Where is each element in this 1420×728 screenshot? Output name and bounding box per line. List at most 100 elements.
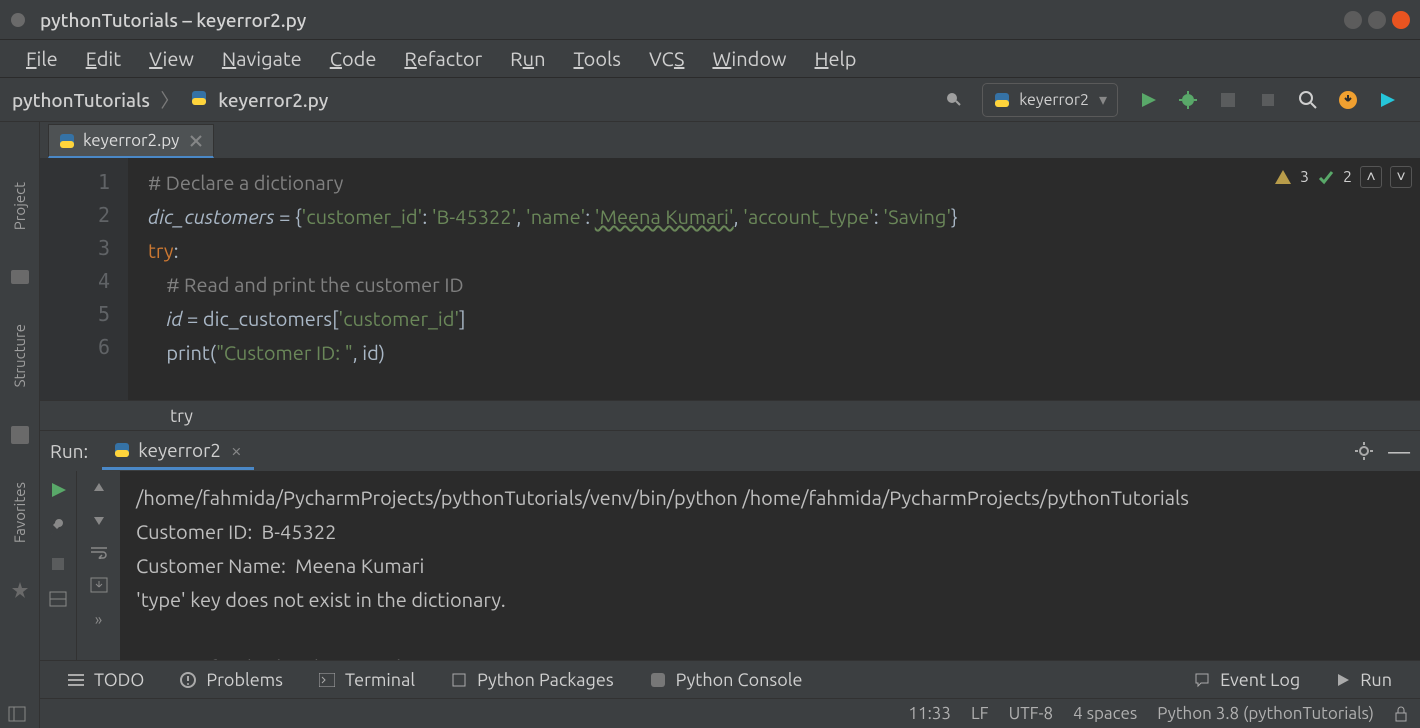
chevron-right-icon: 〉 bbox=[160, 89, 179, 111]
close-run-tab-icon[interactable]: × bbox=[231, 439, 242, 461]
window-minimize-button[interactable] bbox=[1344, 11, 1362, 29]
menu-refactor[interactable]: Refactor bbox=[390, 47, 496, 70]
run-button[interactable] bbox=[1134, 86, 1162, 114]
menu-run[interactable]: Run bbox=[496, 47, 559, 70]
warning-icon[interactable] bbox=[1274, 168, 1292, 186]
python-console-tool-button[interactable]: Python Console bbox=[632, 670, 821, 690]
rerun-button[interactable] bbox=[49, 481, 67, 499]
status-interpreter[interactable]: Python 3.8 (pythonTutorials) bbox=[1157, 704, 1374, 723]
window-maximize-button[interactable] bbox=[1368, 11, 1386, 29]
project-tool-button[interactable]: Project bbox=[11, 182, 28, 230]
breadcrumb-scope: try bbox=[170, 406, 193, 426]
terminal-icon bbox=[319, 673, 335, 687]
window-title: pythonTutorials – keyerror2.py bbox=[40, 9, 306, 31]
status-indent[interactable]: 4 spaces bbox=[1073, 704, 1137, 723]
python-file-icon bbox=[190, 89, 208, 107]
status-bar: 11:33 LF UTF-8 4 spaces Python 3.8 (pyth… bbox=[40, 698, 1420, 728]
editor-tab-keyerror2[interactable]: keyerror2.py bbox=[48, 124, 214, 158]
list-icon bbox=[68, 673, 84, 687]
bubble-icon bbox=[1194, 672, 1210, 688]
left-tool-stripe: Project Structure Favorites bbox=[0, 122, 40, 728]
star-icon bbox=[11, 581, 29, 599]
editor-breadcrumb[interactable]: try bbox=[40, 400, 1420, 430]
debug-button[interactable] bbox=[1174, 86, 1202, 114]
menu-edit[interactable]: Edit bbox=[72, 47, 135, 70]
wrench-icon[interactable] bbox=[49, 519, 67, 537]
menu-vcs[interactable]: VCS bbox=[635, 47, 698, 70]
ide-scripting-button[interactable] bbox=[1374, 86, 1402, 114]
status-line-sep[interactable]: LF bbox=[971, 704, 989, 723]
python-icon bbox=[993, 91, 1011, 109]
menu-navigate[interactable]: Navigate bbox=[208, 47, 316, 70]
menu-help[interactable]: Help bbox=[801, 47, 871, 70]
stop-button[interactable] bbox=[1254, 86, 1282, 114]
code-area[interactable]: # Declare a dictionary dic_customers = {… bbox=[128, 158, 1420, 400]
event-log-tool-button[interactable]: Event Log bbox=[1176, 670, 1318, 690]
menu-code[interactable]: Code bbox=[316, 47, 391, 70]
prev-highlight-button[interactable]: ˄ bbox=[1360, 166, 1382, 188]
status-encoding[interactable]: UTF-8 bbox=[1009, 704, 1054, 723]
layout-icon[interactable] bbox=[49, 591, 67, 607]
next-highlight-button[interactable]: ˅ bbox=[1390, 166, 1412, 188]
hide-panel-button[interactable]: — bbox=[1388, 439, 1410, 464]
run-tab-keyerror2[interactable]: keyerror2 × bbox=[102, 433, 254, 470]
tool-windows-icon[interactable] bbox=[8, 706, 26, 722]
bottom-tool-stripe: TODO Problems Terminal Python Packages P… bbox=[40, 660, 1420, 698]
breadcrumb[interactable]: pythonTutorials 〉 keyerror2.py bbox=[12, 86, 328, 113]
menu-bar: File Edit View Navigate Code Refactor Ru… bbox=[0, 40, 1420, 78]
code-editor[interactable]: 123456 # Declare a dictionary dic_custom… bbox=[40, 158, 1420, 400]
structure-icon bbox=[11, 426, 29, 444]
title-bar: pythonTutorials – keyerror2.py bbox=[0, 0, 1420, 40]
run-panel-title: Run: bbox=[50, 440, 88, 462]
status-position[interactable]: 11:33 bbox=[908, 704, 951, 723]
play-icon bbox=[1336, 673, 1350, 687]
check-icon[interactable] bbox=[1317, 168, 1335, 186]
chevron-down-icon: ▾ bbox=[1099, 90, 1107, 109]
add-config-button[interactable] bbox=[938, 86, 966, 114]
breadcrumb-file[interactable]: keyerror2.py bbox=[218, 89, 328, 111]
close-tab-icon[interactable] bbox=[189, 134, 203, 148]
python-icon bbox=[114, 442, 130, 458]
stop-run-button[interactable] bbox=[51, 557, 65, 571]
navigation-bar: pythonTutorials 〉 keyerror2.py keyerror2… bbox=[0, 78, 1420, 122]
up-icon[interactable] bbox=[92, 481, 106, 495]
gutter: 123456 bbox=[40, 158, 128, 400]
editor-tabs: keyerror2.py bbox=[40, 122, 1420, 158]
python-packages-tool-button[interactable]: Python Packages bbox=[433, 670, 632, 690]
run-tool-button[interactable]: Run bbox=[1318, 670, 1410, 690]
menu-window[interactable]: Window bbox=[698, 47, 800, 70]
pass-count: 2 bbox=[1343, 168, 1352, 186]
scroll-to-end-icon[interactable] bbox=[90, 577, 108, 593]
soft-wrap-icon[interactable] bbox=[90, 545, 108, 559]
window-close-button[interactable] bbox=[1392, 11, 1410, 29]
menu-file[interactable]: File bbox=[12, 47, 72, 70]
search-everywhere-button[interactable] bbox=[1294, 86, 1322, 114]
run-config-dropdown[interactable]: keyerror2 ▾ bbox=[982, 83, 1118, 117]
warning-circle-icon bbox=[180, 672, 196, 688]
problems-tool-button[interactable]: Problems bbox=[162, 670, 301, 690]
coverage-button[interactable] bbox=[1214, 86, 1242, 114]
menu-tools[interactable]: Tools bbox=[559, 47, 635, 70]
more-icon[interactable]: » bbox=[95, 611, 103, 629]
structure-tool-button[interactable]: Structure bbox=[11, 324, 28, 387]
lock-icon[interactable] bbox=[1394, 706, 1408, 722]
run-tab-label: keyerror2 bbox=[138, 439, 221, 461]
python-icon bbox=[650, 672, 666, 688]
down-icon[interactable] bbox=[92, 513, 106, 527]
run-config-name: keyerror2 bbox=[1019, 91, 1089, 109]
run-tool-window: Run: keyerror2 × — bbox=[40, 430, 1420, 660]
inspection-indicators: 3 2 ˄ ˅ bbox=[1274, 166, 1412, 188]
package-icon bbox=[451, 672, 467, 688]
todo-tool-button[interactable]: TODO bbox=[50, 670, 162, 690]
terminal-tool-button[interactable]: Terminal bbox=[301, 670, 433, 690]
console-output[interactable]: /home/fahmida/PycharmProjects/pythonTuto… bbox=[120, 471, 1420, 660]
warning-count: 3 bbox=[1300, 168, 1309, 186]
app-icon bbox=[10, 12, 26, 28]
python-file-icon bbox=[59, 133, 75, 149]
menu-view[interactable]: View bbox=[135, 47, 208, 70]
folder-icon bbox=[11, 268, 29, 286]
gear-icon[interactable] bbox=[1354, 441, 1374, 461]
favorites-tool-button[interactable]: Favorites bbox=[11, 482, 28, 543]
breadcrumb-project[interactable]: pythonTutorials bbox=[12, 89, 150, 111]
update-button[interactable] bbox=[1334, 86, 1362, 114]
